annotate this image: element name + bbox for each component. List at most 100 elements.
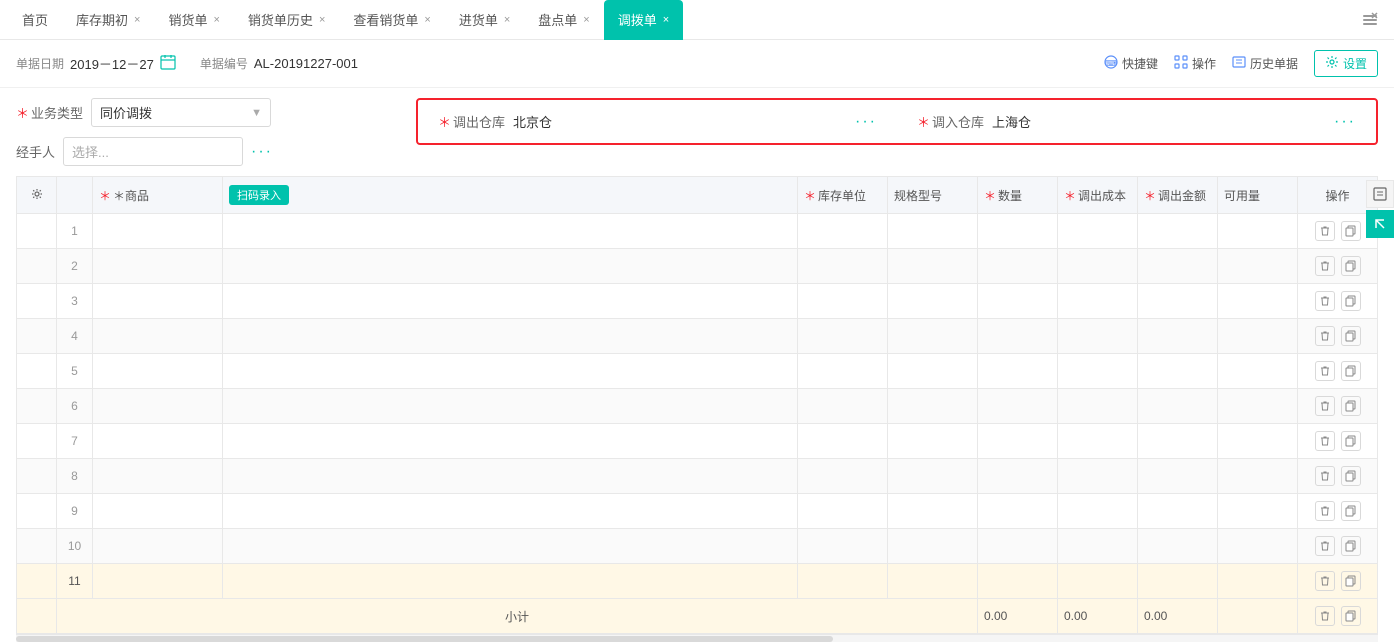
warehouse-out-more-icon[interactable]: ··· (855, 113, 877, 131)
row-amount[interactable] (1138, 529, 1218, 564)
tab-sales-history[interactable]: 销货单历史 × (234, 0, 339, 40)
row-amount[interactable] (1138, 284, 1218, 319)
scan-button[interactable]: 扫码录入 (229, 185, 289, 205)
delete-icon[interactable] (1315, 466, 1335, 486)
copy-icon[interactable] (1341, 221, 1361, 241)
row-unit[interactable] (798, 284, 888, 319)
right-panel-list-btn[interactable] (1366, 180, 1394, 208)
row-product[interactable] (93, 319, 223, 354)
biz-type-select[interactable]: 同价调拨 ▼ (91, 98, 271, 127)
row-qty[interactable] (978, 459, 1058, 494)
copy-icon[interactable] (1341, 326, 1361, 346)
handler-select[interactable]: 选择... (63, 137, 243, 166)
shortcuts-button[interactable]: ⌨ 快捷键 (1104, 55, 1158, 72)
row-unit[interactable] (798, 354, 888, 389)
close-all-button[interactable] (1354, 4, 1386, 36)
row-spec[interactable] (888, 494, 978, 529)
row-qty[interactable] (978, 354, 1058, 389)
delete-icon[interactable] (1315, 431, 1335, 451)
row-amount[interactable] (1138, 564, 1218, 599)
tab-close-view-sales[interactable]: × (424, 14, 430, 26)
row-unit[interactable] (798, 424, 888, 459)
delete-icon[interactable] (1315, 291, 1335, 311)
row-unit[interactable] (798, 564, 888, 599)
row-unit[interactable] (798, 214, 888, 249)
delete-icon[interactable] (1315, 571, 1335, 591)
row-qty[interactable] (978, 424, 1058, 459)
row-amount[interactable] (1138, 214, 1218, 249)
tab-purchase-order[interactable]: 进货单 × (445, 0, 524, 40)
copy-icon[interactable] (1341, 431, 1361, 451)
row-spec[interactable] (888, 529, 978, 564)
row-amount[interactable] (1138, 459, 1218, 494)
row-product[interactable] (93, 529, 223, 564)
tab-close-stocktake[interactable]: × (583, 14, 589, 26)
row-amount[interactable] (1138, 424, 1218, 459)
row-product[interactable] (93, 249, 223, 284)
copy-icon[interactable] (1341, 396, 1361, 416)
row-spec[interactable] (888, 424, 978, 459)
row-cost[interactable] (1058, 494, 1138, 529)
copy-icon[interactable] (1341, 291, 1361, 311)
row-qty[interactable] (978, 319, 1058, 354)
row-spec[interactable] (888, 354, 978, 389)
row-spec[interactable] (888, 459, 978, 494)
tab-view-sales[interactable]: 查看销货单 × (339, 0, 444, 40)
row-qty[interactable] (978, 214, 1058, 249)
row-product[interactable] (93, 494, 223, 529)
row-product[interactable] (93, 564, 223, 599)
row-amount[interactable] (1138, 389, 1218, 424)
row-cost[interactable] (1058, 319, 1138, 354)
history-button[interactable]: 历史单据 (1232, 55, 1298, 72)
scrollbar-thumb[interactable] (16, 636, 833, 642)
tab-stocktake[interactable]: 盘点单 × (524, 0, 603, 40)
row-amount[interactable] (1138, 354, 1218, 389)
row-qty[interactable] (978, 494, 1058, 529)
delete-icon[interactable] (1315, 361, 1335, 381)
row-spec[interactable] (888, 249, 978, 284)
row-cost[interactable] (1058, 249, 1138, 284)
setting-button[interactable]: 设置 (1314, 50, 1378, 77)
row-cost[interactable] (1058, 459, 1138, 494)
calendar-icon[interactable] (160, 54, 176, 73)
row-spec[interactable] (888, 389, 978, 424)
delete-icon[interactable] (1315, 256, 1335, 276)
copy-icon[interactable] (1341, 466, 1361, 486)
row-unit[interactable] (798, 319, 888, 354)
row-qty[interactable] (978, 389, 1058, 424)
tab-home[interactable]: 首页 (8, 0, 62, 40)
delete-icon[interactable] (1315, 536, 1335, 556)
row-amount[interactable] (1138, 249, 1218, 284)
row-unit[interactable] (798, 494, 888, 529)
copy-icon[interactable] (1341, 361, 1361, 381)
handler-more-icon[interactable]: ··· (251, 143, 273, 161)
row-cost[interactable] (1058, 389, 1138, 424)
row-amount[interactable] (1138, 494, 1218, 529)
delete-icon[interactable] (1315, 221, 1335, 241)
warehouse-in-more-icon[interactable]: ··· (1334, 113, 1356, 131)
delete-icon[interactable] (1315, 396, 1335, 416)
row-unit[interactable] (798, 249, 888, 284)
row-cost[interactable] (1058, 284, 1138, 319)
row-spec[interactable] (888, 319, 978, 354)
row-product[interactable] (93, 424, 223, 459)
delete-icon[interactable] (1315, 501, 1335, 521)
row-product[interactable] (93, 214, 223, 249)
scrollbar[interactable] (16, 634, 1378, 642)
tab-close-sales-order[interactable]: × (213, 14, 219, 26)
col-gear-header[interactable] (17, 177, 57, 214)
right-panel-expand-btn[interactable] (1366, 210, 1394, 238)
copy-icon[interactable] (1341, 571, 1361, 591)
row-cost[interactable] (1058, 564, 1138, 599)
subtotal-delete-icon[interactable] (1315, 606, 1335, 626)
tab-inventory-init[interactable]: 库存期初 × (62, 0, 154, 40)
row-product[interactable] (93, 389, 223, 424)
row-qty[interactable] (978, 529, 1058, 564)
row-spec[interactable] (888, 564, 978, 599)
row-unit[interactable] (798, 529, 888, 564)
row-cost[interactable] (1058, 214, 1138, 249)
row-cost[interactable] (1058, 424, 1138, 459)
row-qty[interactable] (978, 564, 1058, 599)
row-qty[interactable] (978, 249, 1058, 284)
copy-icon[interactable] (1341, 536, 1361, 556)
